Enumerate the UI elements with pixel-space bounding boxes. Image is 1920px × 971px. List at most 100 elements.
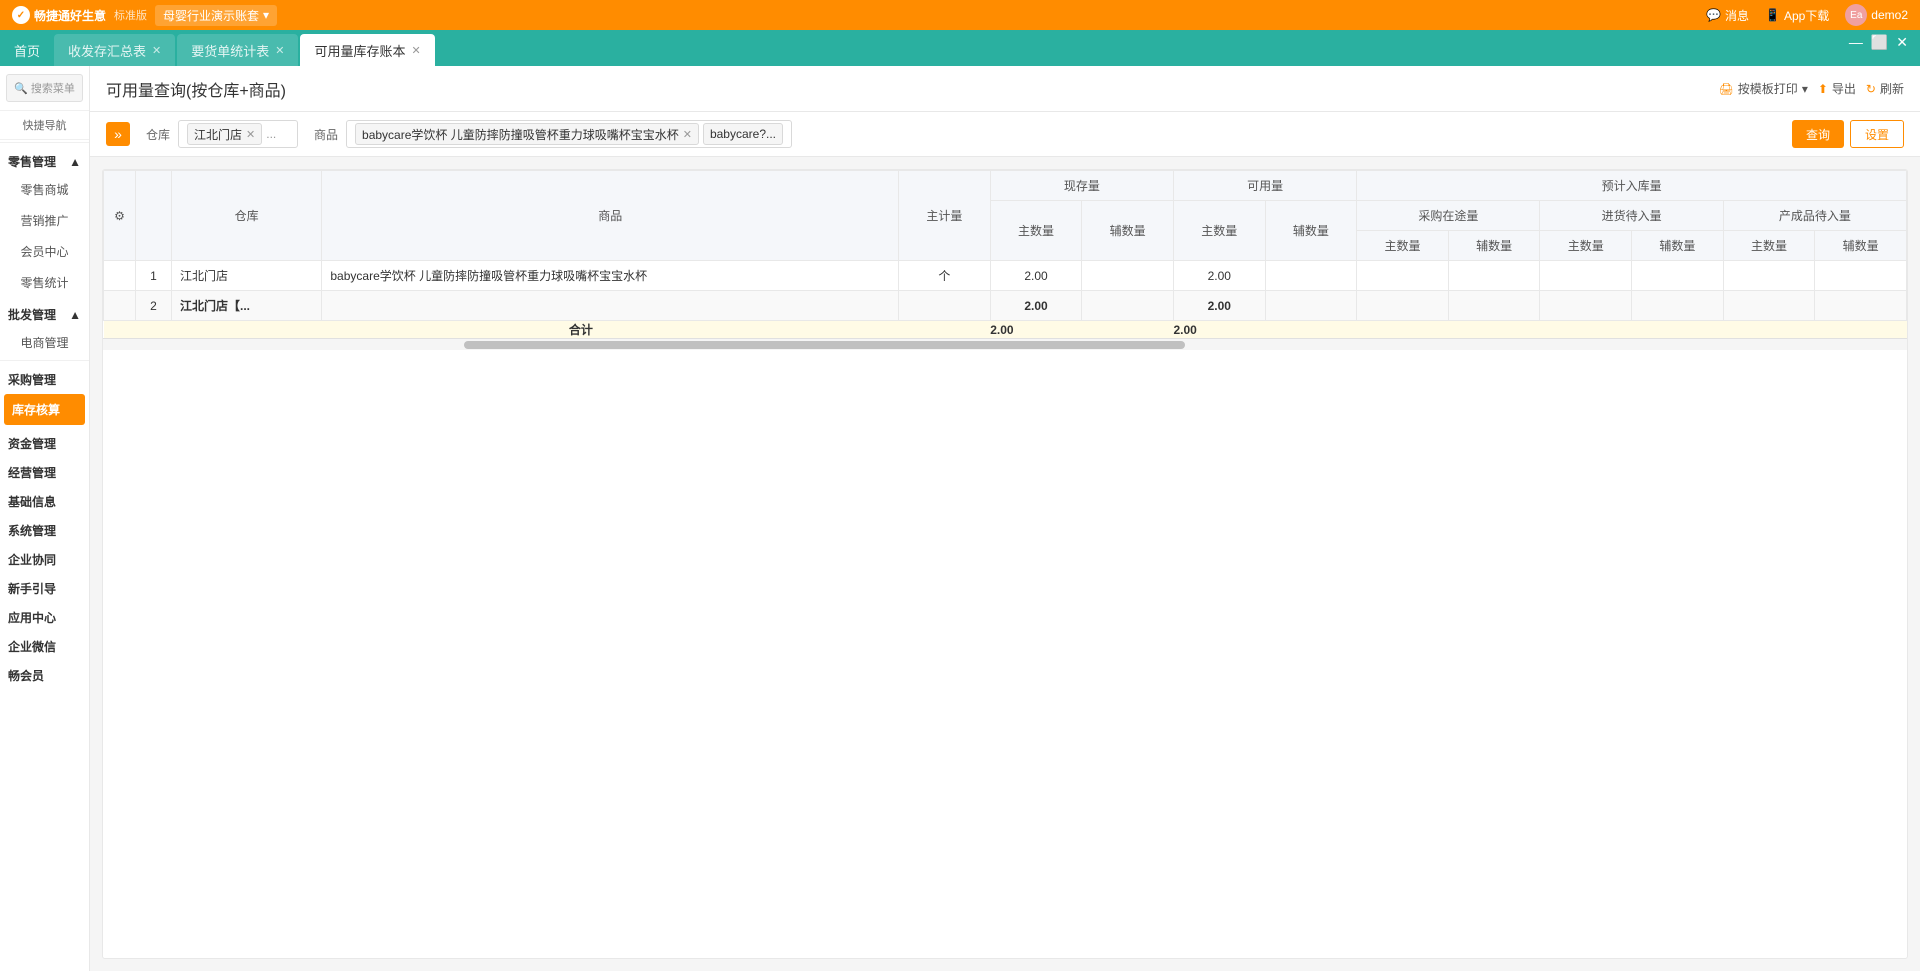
tab-home[interactable]: 首页 <box>0 34 54 66</box>
app-download-label: App下载 <box>1784 7 1829 24</box>
avatar: Ea <box>1845 4 1867 26</box>
sidebar-item-retail-mall[interactable]: 零售商城 <box>0 174 89 205</box>
app-logo: ✓ 畅捷通好生意 <box>12 6 106 24</box>
top-bar: ✓ 畅捷通好生意 标准版 母婴行业演示账套 ▾ 💬 消息 📱 App下载 Ea … <box>0 0 1920 30</box>
tab-order-stats-close[interactable]: ✕ <box>275 44 284 57</box>
cell-unit-2 <box>899 291 991 321</box>
sidebar-item-member-label: 畅会员 <box>8 667 44 684</box>
cell-num-2: 2 <box>136 291 172 321</box>
export-btn[interactable]: ⬆ 导出 <box>1818 80 1856 97</box>
cell-import-main <box>1540 261 1632 291</box>
sidebar-item-system[interactable]: 系统管理 <box>0 514 89 543</box>
sidebar-item-stock-check[interactable]: 库存核算 <box>4 394 85 425</box>
window-controls: — ⬜ ✕ <box>1849 34 1908 51</box>
col-warehouse: 仓库 <box>172 171 322 261</box>
tab-available-stock[interactable]: 可用量库存账本 ✕ <box>300 34 434 66</box>
user-btn[interactable]: Ea demo2 <box>1845 4 1908 26</box>
warehouse-input[interactable]: 江北门店 ✕ ... <box>178 120 298 148</box>
product-input[interactable]: babycare学饮杯 儿童防摔防撞吸管杯重力球吸嘴杯宝宝水杯 ✕ babyca… <box>346 120 792 148</box>
minimize-btn[interactable]: — <box>1849 34 1863 51</box>
product-tag1-close[interactable]: ✕ <box>683 128 692 141</box>
col-prod-main: 主数量 <box>1723 231 1815 261</box>
cell-select[interactable] <box>104 261 136 291</box>
top-bar-left: ✓ 畅捷通好生意 标准版 母婴行业演示账套 ▾ <box>12 5 277 26</box>
cell-prod-aux <box>1815 261 1907 291</box>
print-label: 按模板打印 <box>1738 80 1798 97</box>
sidebar-item-finance-label: 资金管理 <box>8 435 56 452</box>
cell-pur-main <box>1357 261 1449 291</box>
warehouse-tag-close[interactable]: ✕ <box>246 128 255 141</box>
sidebar-item-operations[interactable]: 经营管理 <box>0 456 89 485</box>
sidebar-item-wechat-label: 企业微信 <box>8 638 56 655</box>
col-prod-aux: 辅数量 <box>1815 231 1907 261</box>
col-settings[interactable]: ⚙ <box>104 171 136 261</box>
tab-available-stock-close[interactable]: ✕ <box>412 44 421 57</box>
sidebar-search-area: 🔍 搜索菜单 <box>0 66 89 111</box>
col-number <box>136 171 172 261</box>
col-import-pending: 进货待入量 <box>1540 201 1723 231</box>
product-tag1: babycare学饮杯 儿童防摔防撞吸管杯重力球吸嘴杯宝宝水杯 ✕ <box>355 123 699 145</box>
tab-receive-summary[interactable]: 收发存汇总表 ✕ <box>54 34 175 66</box>
cell-warehouse: 江北门店 <box>172 261 322 291</box>
scrollbar-thumb[interactable] <box>464 341 1186 349</box>
page-header: 可用量查询(按仓库+商品) 🖨 按模板打印 ▾ ⬆ 导出 ↻ 刷新 <box>90 66 1920 112</box>
sidebar-item-basic-info[interactable]: 基础信息 <box>0 485 89 514</box>
col-expected-in: 预计入库量 <box>1357 171 1907 201</box>
cell-pur-aux-2 <box>1448 291 1540 321</box>
sidebar-item-app-center[interactable]: 应用中心 <box>0 601 89 630</box>
setting-btn[interactable]: 设置 <box>1850 120 1904 148</box>
cell-avail-aux-2 <box>1265 291 1357 321</box>
total-stock-main: 2.00 <box>990 321 1082 339</box>
col-avail-aux: 辅数量 <box>1265 201 1357 261</box>
logo-icon: ✓ <box>12 6 30 24</box>
account-dropdown[interactable]: 母婴行业演示账套 ▾ <box>155 5 277 26</box>
filter-toggle-btn[interactable]: » <box>106 122 130 146</box>
product-tag1-text: babycare学饮杯 儿童防摔防撞吸管杯重力球吸嘴杯宝宝水杯 <box>362 126 679 143</box>
tab-receive-summary-label: 收发存汇总表 <box>68 41 146 60</box>
more-dots[interactable]: ... <box>266 127 276 141</box>
tab-receive-summary-close[interactable]: ✕ <box>152 44 161 57</box>
close-btn[interactable]: ✕ <box>1896 34 1908 51</box>
sidebar-item-enterprise-label: 企业协同 <box>8 551 56 568</box>
sidebar-item-ecommerce[interactable]: 电商管理 <box>0 327 89 358</box>
sidebar-item-basic-info-label: 基础信息 <box>8 493 56 510</box>
search-menu-btn[interactable]: 🔍 搜索菜单 <box>6 74 83 102</box>
product-tag2-text: babycare?... <box>710 127 776 141</box>
sidebar-item-finance[interactable]: 资金管理 <box>0 427 89 456</box>
sidebar-item-wechat[interactable]: 企业微信 <box>0 630 89 659</box>
sidebar-item-retail-stats[interactable]: 零售统计 <box>0 267 89 298</box>
horizontal-scrollbar[interactable] <box>103 338 1907 350</box>
sidebar-item-quick-nav[interactable]: 快捷导航 <box>0 111 89 140</box>
sidebar-section-retail[interactable]: 零售管理 ▲ <box>0 145 89 174</box>
sidebar-item-enterprise[interactable]: 企业协同 <box>0 543 89 572</box>
total-import-aux <box>1632 321 1724 339</box>
app-download-btn[interactable]: 📱 App下载 <box>1765 7 1829 24</box>
message-btn[interactable]: 💬 消息 <box>1706 7 1749 24</box>
search-icon: 🔍 <box>14 82 28 95</box>
tab-order-stats[interactable]: 要货单统计表 ✕ <box>177 34 298 66</box>
quick-nav-label: 快捷导航 <box>23 120 67 132</box>
sidebar-item-marketing[interactable]: 营销推广 <box>0 205 89 236</box>
chevron-icon-2: ▲ <box>69 308 81 322</box>
query-btn[interactable]: 查询 <box>1792 120 1844 148</box>
table-row: 2 江北门店【... 2.00 2.00 <box>104 291 1907 321</box>
tab-available-stock-label: 可用量库存账本 <box>314 41 405 60</box>
sidebar-item-app-center-label: 应用中心 <box>8 609 56 626</box>
cell-product-2 <box>322 291 899 321</box>
filter-actions: 查询 设置 <box>1792 120 1904 148</box>
cell-select-2[interactable] <box>104 291 136 321</box>
cell-prod-main-2 <box>1723 291 1815 321</box>
chevron-down-icon: ▾ <box>1802 82 1808 96</box>
print-btn[interactable]: 🖨 按模板打印 ▾ <box>1719 80 1808 97</box>
maximize-btn[interactable]: ⬜ <box>1871 34 1888 51</box>
sidebar-item-guide[interactable]: 新手引导 <box>0 572 89 601</box>
sidebar-item-member[interactable]: 畅会员 <box>0 659 89 688</box>
sidebar-item-purchase[interactable]: 采购管理 <box>0 363 89 392</box>
refresh-btn[interactable]: ↻ 刷新 <box>1866 80 1904 97</box>
sidebar-item-system-label: 系统管理 <box>8 522 56 539</box>
cell-prod-main <box>1723 261 1815 291</box>
sidebar-item-members[interactable]: 会员中心 <box>0 236 89 267</box>
sidebar-section-wholesale[interactable]: 批发管理 ▲ <box>0 298 89 327</box>
search-menu-label: 搜索菜单 <box>31 80 75 96</box>
sidebar-item-purchase-label: 采购管理 <box>8 371 56 388</box>
